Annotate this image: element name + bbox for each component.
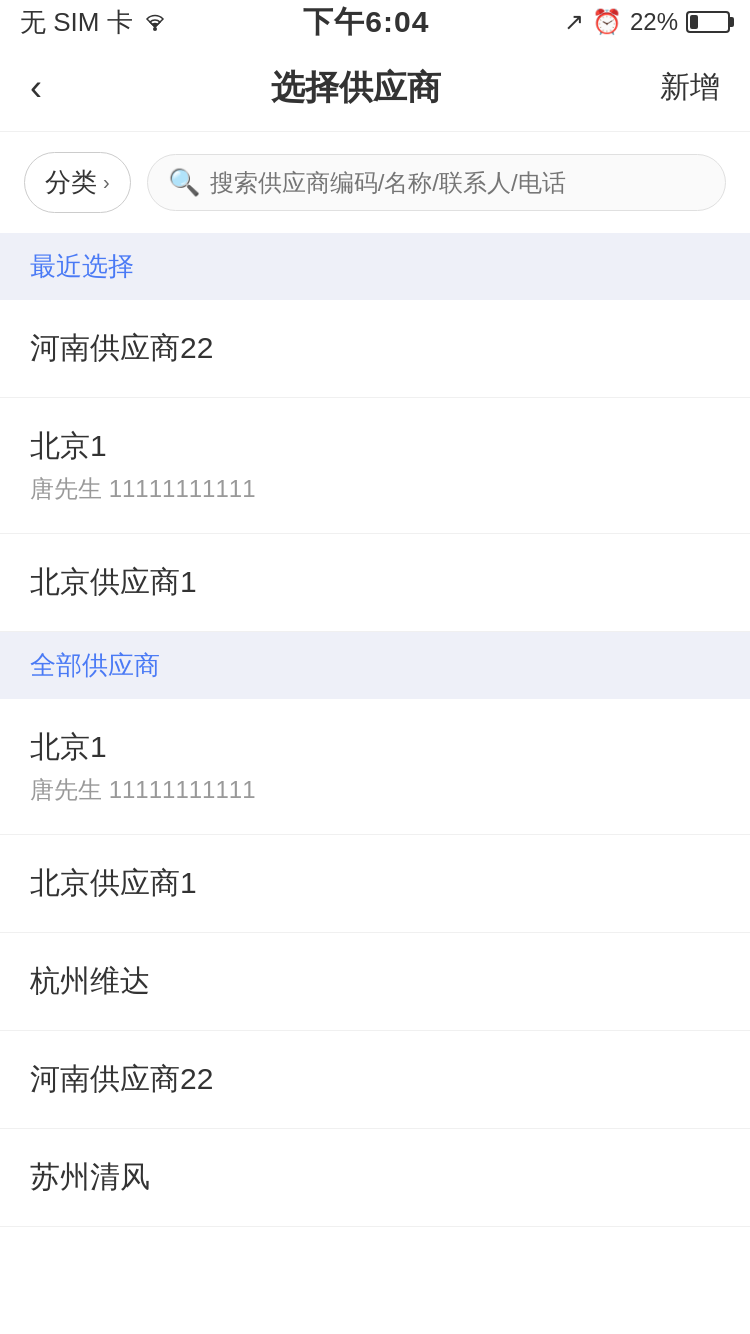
filter-bar: 分类 › 🔍 <box>0 132 750 233</box>
status-time: 下午6:04 <box>303 2 429 43</box>
category-label: 分类 <box>45 165 97 200</box>
list-item[interactable]: 苏州清风 <box>0 1129 750 1227</box>
all-section-label: 全部供应商 <box>30 650 160 680</box>
add-button[interactable]: 新增 <box>660 67 720 108</box>
chevron-right-icon: › <box>103 171 110 194</box>
list-item[interactable]: 北京1 唐先生 11111111111 <box>0 699 750 835</box>
item-sub: 唐先生 11111111111 <box>30 774 720 806</box>
item-name: 北京供应商1 <box>30 863 720 904</box>
wifi-icon <box>141 7 169 38</box>
list-item[interactable]: 杭州维达 <box>0 933 750 1031</box>
item-sub: 唐先生 11111111111 <box>30 473 720 505</box>
back-button[interactable]: ‹ <box>20 57 52 119</box>
page-title: 选择供应商 <box>271 65 441 111</box>
item-name: 北京1 <box>30 426 720 467</box>
item-name: 河南供应商22 <box>30 1059 720 1100</box>
item-name: 北京1 <box>30 727 720 768</box>
recent-section-label: 最近选择 <box>30 251 134 281</box>
list-item[interactable]: 北京1 唐先生 11111111111 <box>0 398 750 534</box>
alarm-icon: ⏰ <box>592 8 622 36</box>
status-right: ↗ ⏰ 22% <box>564 8 730 36</box>
item-name: 河南供应商22 <box>30 328 720 369</box>
list-item[interactable]: 河南供应商22 <box>0 1031 750 1129</box>
list-item[interactable]: 北京供应商1 <box>0 534 750 632</box>
nav-bar: ‹ 选择供应商 新增 <box>0 44 750 132</box>
sim-status: 无 SIM 卡 <box>20 5 133 40</box>
recent-list: 河南供应商22 北京1 唐先生 11111111111 北京供应商1 <box>0 300 750 632</box>
item-name: 杭州维达 <box>30 961 720 1002</box>
list-item[interactable]: 北京供应商1 <box>0 835 750 933</box>
svg-point-0 <box>153 27 157 31</box>
item-name: 北京供应商1 <box>30 562 720 603</box>
location-icon: ↗ <box>564 8 584 36</box>
search-icon: 🔍 <box>168 167 200 198</box>
all-list: 北京1 唐先生 11111111111 北京供应商1 杭州维达河南供应商22 苏州清风 <box>0 699 750 1227</box>
category-button[interactable]: 分类 › <box>24 152 131 213</box>
item-name: 苏州清风 <box>30 1157 720 1198</box>
recent-section-header: 最近选择 <box>0 233 750 300</box>
search-box[interactable]: 🔍 <box>147 154 726 211</box>
list-item[interactable]: 河南供应商22 <box>0 300 750 398</box>
status-left: 无 SIM 卡 <box>20 5 169 40</box>
battery-icon <box>686 11 730 33</box>
all-section-header: 全部供应商 <box>0 632 750 699</box>
status-bar: 无 SIM 卡 下午6:04 ↗ ⏰ 22% <box>0 0 750 44</box>
search-input[interactable] <box>210 169 705 197</box>
battery-percent: 22% <box>630 8 678 36</box>
